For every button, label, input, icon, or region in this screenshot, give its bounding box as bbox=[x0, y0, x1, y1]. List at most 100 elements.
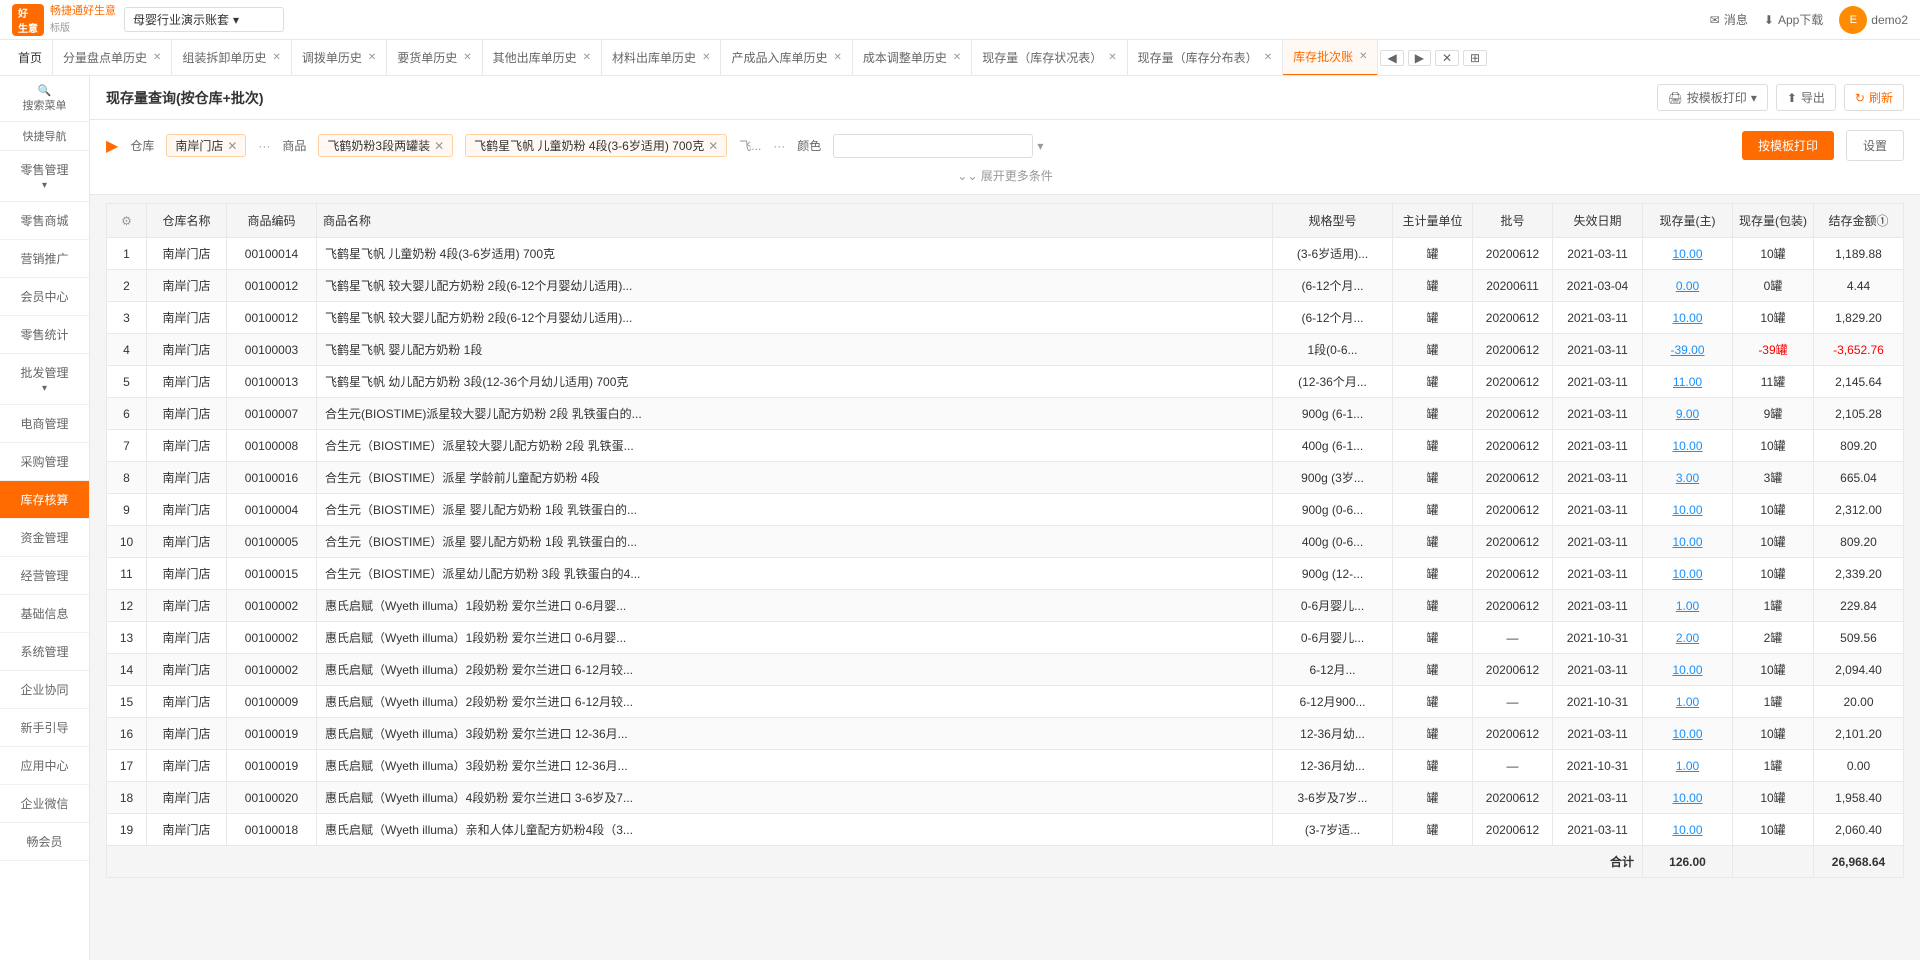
row-qty[interactable]: 3.00 bbox=[1643, 462, 1733, 494]
tab-batch-account[interactable]: 库存批次账 ✕ bbox=[1283, 40, 1378, 76]
tab-assembly-history[interactable]: 组装拆卸单历史 ✕ bbox=[172, 40, 291, 76]
close-icon[interactable]: ✕ bbox=[434, 139, 444, 153]
expand-conditions-btn[interactable]: ⌄⌄ 展开更多条件 bbox=[957, 169, 1052, 183]
close-icon[interactable]: ✕ bbox=[702, 52, 710, 63]
product-filter-dots[interactable]: ··· bbox=[773, 139, 785, 153]
tab-stock-distribution[interactable]: 现存量（库存分布表） ✕ bbox=[1128, 40, 1283, 76]
sidebar-item-app-center[interactable]: 应用中心 bbox=[0, 747, 89, 785]
warehouse-filter-tag[interactable]: 南岸门店 ✕ bbox=[166, 134, 246, 157]
row-warehouse: 南岸门店 bbox=[147, 494, 227, 526]
tab-requisition-history[interactable]: 要货单历史 ✕ bbox=[387, 40, 482, 76]
row-qty[interactable]: -39.00 bbox=[1643, 334, 1733, 366]
row-qty[interactable]: 1.00 bbox=[1643, 590, 1733, 622]
tab-inventory-history1[interactable]: 分量盘点单历史 ✕ bbox=[53, 40, 172, 76]
sidebar-item-wholesale-mgmt[interactable]: 批发管理 ▾ bbox=[0, 354, 89, 405]
app-download-btn[interactable]: ⬇ App下载 bbox=[1764, 11, 1823, 28]
sidebar-item-retail-mgmt[interactable]: 零售管理 ▾ bbox=[0, 151, 89, 202]
tab-transfer-history[interactable]: 调拨单历史 ✕ bbox=[292, 40, 387, 76]
tab-next-btn[interactable]: ▶ bbox=[1408, 50, 1431, 66]
sidebar-item-ecommerce-mgmt[interactable]: 电商管理 bbox=[0, 405, 89, 443]
sidebar-quick-nav[interactable]: 快捷导航 bbox=[0, 122, 89, 151]
row-expire: 2021-10-31 bbox=[1553, 750, 1643, 782]
row-no: 7 bbox=[107, 430, 147, 462]
row-qty[interactable]: 10.00 bbox=[1643, 302, 1733, 334]
logo-sub: 标版 bbox=[50, 19, 116, 34]
row-qty[interactable]: 0.00 bbox=[1643, 270, 1733, 302]
refresh-button[interactable]: ↻ 刷新 bbox=[1844, 84, 1904, 111]
query-button[interactable]: 按模板打印 bbox=[1742, 131, 1834, 160]
sidebar-item-member-app[interactable]: 畅会员 bbox=[0, 823, 89, 861]
tab-home[interactable]: 首页 bbox=[8, 40, 53, 76]
row-expire: 2021-03-11 bbox=[1553, 558, 1643, 590]
product-filter-tag-1[interactable]: 飞鹤奶粉3段两罐装 ✕ bbox=[318, 134, 453, 157]
color-dropdown-icon[interactable]: ▾ bbox=[1037, 139, 1043, 153]
close-icon[interactable]: ✕ bbox=[1108, 52, 1116, 63]
row-qty[interactable]: 10.00 bbox=[1643, 238, 1733, 270]
user-area[interactable]: E demo2 bbox=[1839, 6, 1908, 34]
table-row: 13 南岸门店 00100002 惠氏启赋（Wyeth illuma）1段奶粉 … bbox=[107, 622, 1904, 654]
row-qty[interactable]: 11.00 bbox=[1643, 366, 1733, 398]
sidebar-item-system-mgmt[interactable]: 系统管理 bbox=[0, 633, 89, 671]
tab-menu-btn[interactable]: ⊞ bbox=[1463, 50, 1487, 66]
sidebar-item-purchase-mgmt[interactable]: 采购管理 bbox=[0, 443, 89, 481]
setting-button[interactable]: 设置 bbox=[1846, 130, 1904, 161]
row-qty[interactable]: 1.00 bbox=[1643, 750, 1733, 782]
color-filter-input[interactable] bbox=[833, 134, 1033, 158]
sidebar-item-retail-mall[interactable]: 零售商城 bbox=[0, 202, 89, 240]
row-qty[interactable]: 10.00 bbox=[1643, 654, 1733, 686]
sidebar-item-enterprise-wechat[interactable]: 企业微信 bbox=[0, 785, 89, 823]
close-icon[interactable]: ✕ bbox=[583, 52, 591, 63]
row-warehouse: 南岸门店 bbox=[147, 462, 227, 494]
close-icon[interactable]: ✕ bbox=[953, 52, 961, 63]
close-icon[interactable]: ✕ bbox=[463, 52, 471, 63]
row-qty[interactable]: 9.00 bbox=[1643, 398, 1733, 430]
row-qty[interactable]: 10.00 bbox=[1643, 782, 1733, 814]
row-qty[interactable]: 10.00 bbox=[1643, 814, 1733, 846]
export-button[interactable]: ⬆ 导出 bbox=[1776, 84, 1836, 111]
close-icon[interactable]: ✕ bbox=[227, 139, 237, 153]
row-qty[interactable]: 1.00 bbox=[1643, 686, 1733, 718]
row-qty[interactable]: 10.00 bbox=[1643, 718, 1733, 750]
sidebar-search[interactable]: 🔍 搜索菜单 bbox=[0, 76, 89, 122]
row-qty[interactable]: 10.00 bbox=[1643, 494, 1733, 526]
close-icon[interactable]: ✕ bbox=[153, 52, 161, 63]
sidebar-item-member-center[interactable]: 会员中心 bbox=[0, 278, 89, 316]
sidebar-item-inventory[interactable]: 库存核算 bbox=[0, 481, 89, 519]
row-qty[interactable]: 2.00 bbox=[1643, 622, 1733, 654]
sidebar-item-marketing[interactable]: 营销推广 bbox=[0, 240, 89, 278]
product-filter-tag-2[interactable]: 飞鹤星飞帆 儿童奶粉 4段(3-6岁适用) 700克 ✕ bbox=[465, 134, 727, 157]
filter-more-dots[interactable]: ··· bbox=[258, 139, 270, 153]
close-icon[interactable]: ✕ bbox=[1359, 51, 1367, 62]
tab-other-out-history[interactable]: 其他出库单历史 ✕ bbox=[483, 40, 602, 76]
sidebar-item-enterprise-collab[interactable]: 企业协同 bbox=[0, 671, 89, 709]
col-header-settings[interactable]: ⚙ bbox=[107, 204, 147, 238]
close-icon[interactable]: ✕ bbox=[272, 52, 280, 63]
row-no: 16 bbox=[107, 718, 147, 750]
sidebar-item-basic-info[interactable]: 基础信息 bbox=[0, 595, 89, 633]
print-button[interactable]: 🖨 按模板打印 ▾ bbox=[1657, 84, 1768, 111]
row-qty[interactable]: 10.00 bbox=[1643, 430, 1733, 462]
row-name: 惠氏启赋（Wyeth illuma）亲和人体儿童配方奶粉4段（3... bbox=[317, 814, 1273, 846]
row-pkg: 10罐 bbox=[1733, 526, 1814, 558]
tab-close-all-btn[interactable]: ✕ bbox=[1435, 50, 1459, 66]
org-selector[interactable]: 母婴行业演示账套 ▾ bbox=[124, 7, 284, 32]
logo-area: 好生意 畅捷通好生意 标版 bbox=[12, 4, 116, 36]
tab-material-out-history[interactable]: 材料出库单历史 ✕ bbox=[602, 40, 721, 76]
filter-expand-icon[interactable]: ▶ bbox=[106, 136, 118, 156]
product-filter-more[interactable]: 飞... bbox=[739, 137, 761, 154]
tab-prev-btn[interactable]: ◀ bbox=[1380, 50, 1403, 66]
sidebar-item-finance-mgmt[interactable]: 资金管理 bbox=[0, 519, 89, 557]
close-icon[interactable]: ✕ bbox=[1264, 52, 1272, 63]
tab-stock-status[interactable]: 现存量（库存状况表） ✕ bbox=[972, 40, 1127, 76]
row-qty[interactable]: 10.00 bbox=[1643, 558, 1733, 590]
row-qty[interactable]: 10.00 bbox=[1643, 526, 1733, 558]
tab-product-in-history[interactable]: 产成品入库单历史 ✕ bbox=[721, 40, 852, 76]
close-icon[interactable]: ✕ bbox=[833, 52, 841, 63]
sidebar-item-beginner-guide[interactable]: 新手引导 bbox=[0, 709, 89, 747]
sidebar-item-retail-stats[interactable]: 零售统计 bbox=[0, 316, 89, 354]
tab-cost-adjust-history[interactable]: 成本调整单历史 ✕ bbox=[853, 40, 972, 76]
close-icon[interactable]: ✕ bbox=[708, 139, 718, 153]
sidebar-item-ops-mgmt[interactable]: 经营管理 bbox=[0, 557, 89, 595]
close-icon[interactable]: ✕ bbox=[368, 52, 376, 63]
message-btn[interactable]: ✉ 消息 bbox=[1710, 11, 1748, 28]
